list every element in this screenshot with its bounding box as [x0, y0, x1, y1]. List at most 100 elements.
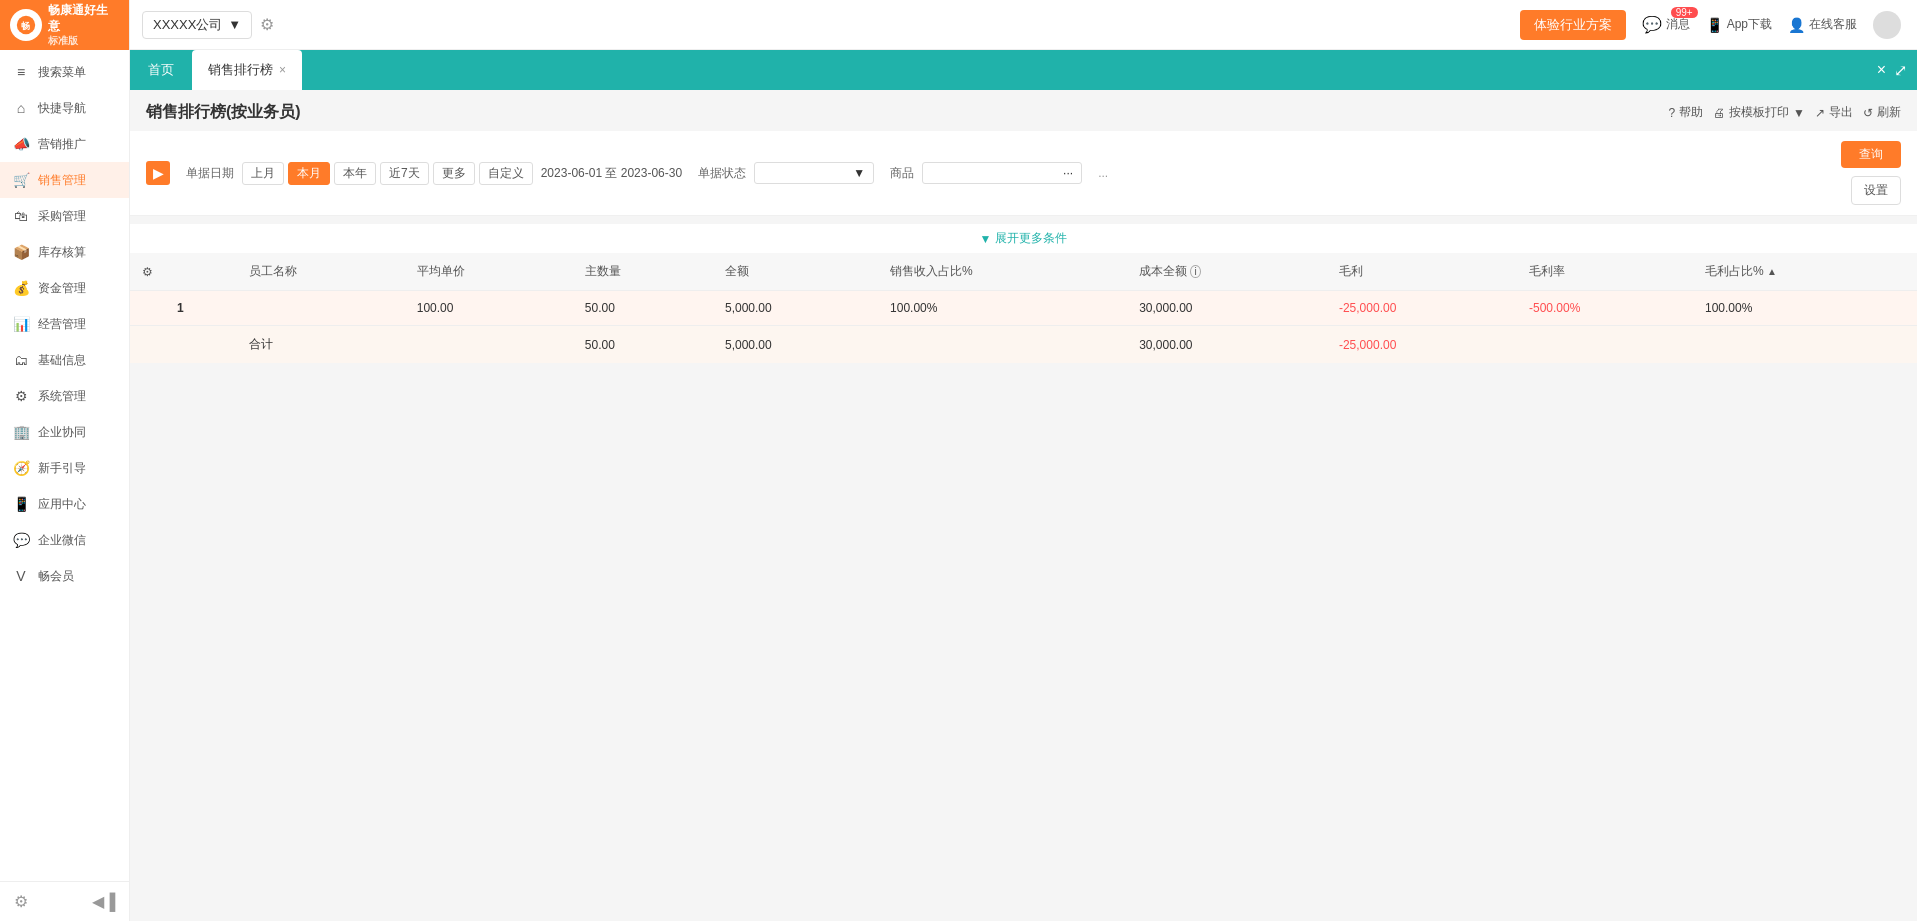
- sidebar-icon-app-center: 📱: [12, 495, 30, 513]
- message-btn[interactable]: 💬 99+ 消息: [1642, 15, 1690, 34]
- sidebar-icon-purchase: 🛍: [12, 207, 30, 225]
- cell-gross-margin-0: -500.00%: [1517, 291, 1693, 326]
- sidebar-item-enterprise-wechat[interactable]: 💬企业微信: [0, 522, 129, 558]
- sidebar-label-search-order: 搜索菜单: [38, 64, 86, 81]
- table-footer-row: 合计 50.00 5,000.00 30,000.00 -25,000.00: [130, 326, 1917, 364]
- status-dropdown-icon: ▼: [853, 166, 865, 180]
- sidebar-item-sales[interactable]: 🛒销售管理: [0, 162, 129, 198]
- export-button[interactable]: ↗ 导出: [1815, 104, 1853, 121]
- query-button[interactable]: 查询: [1841, 141, 1901, 168]
- expand-row: ▼ 展开更多条件: [130, 224, 1917, 253]
- help-button[interactable]: ? 帮助: [1668, 104, 1703, 121]
- sidebar-item-system[interactable]: ⚙系统管理: [0, 378, 129, 414]
- expand-down-icon: ▼: [980, 232, 992, 246]
- sidebar-item-operations[interactable]: 📊经营管理: [0, 306, 129, 342]
- th-settings[interactable]: ⚙: [130, 253, 165, 291]
- online-service-btn[interactable]: 👤 在线客服: [1788, 16, 1857, 33]
- sidebar-label-basic-info: 基础信息: [38, 352, 86, 369]
- maximize-window-btn[interactable]: ⤢: [1894, 61, 1907, 80]
- footer-amount: 5,000.00: [713, 326, 878, 364]
- cell-employee-0: [237, 291, 405, 326]
- sidebar-footer: ⚙ ◀▐: [0, 881, 129, 921]
- sidebar-item-quick-nav[interactable]: ⌂快捷导航: [0, 90, 129, 126]
- sidebar-item-purchase[interactable]: 🛍 采购管理: [0, 198, 129, 234]
- refresh-button[interactable]: ↺ 刷新: [1863, 104, 1901, 121]
- date-btn-更多[interactable]: 更多: [433, 162, 475, 185]
- goods-filter-group: 商品 ···: [890, 162, 1082, 184]
- tab-home[interactable]: 首页: [130, 50, 192, 90]
- tab-close-icon[interactable]: ×: [279, 63, 286, 77]
- trial-button[interactable]: 体验行业方案: [1520, 10, 1626, 40]
- date-range-display: 2023-06-01 至 2023-06-30: [541, 165, 682, 182]
- date-btn-本年[interactable]: 本年: [334, 162, 376, 185]
- cell-avg-price-0: 100.00: [405, 291, 573, 326]
- company-name: XXXXX公司: [153, 16, 222, 34]
- logo-icon: 畅: [10, 9, 42, 41]
- sidebar-label-marketing: 营销推广: [38, 136, 86, 153]
- sidebar-label-sales: 销售管理: [38, 172, 86, 189]
- sidebar-item-enterprise-coop[interactable]: 🏢 企业协同: [0, 414, 129, 450]
- sidebar-item-inventory[interactable]: 📦库存核算: [0, 234, 129, 270]
- filter-section: ▶ 单据日期 上月本月本年近7天更多自定义 2023-06-01 至 2023-…: [130, 131, 1917, 216]
- sidebar-icon-search-order: ≡: [12, 63, 30, 81]
- tab-sales-ranking[interactable]: 销售排行榜 ×: [192, 50, 302, 90]
- th-rank: [165, 253, 237, 291]
- avatar: [1873, 11, 1901, 39]
- status-filter-group: 单据状态 ▼: [698, 162, 874, 184]
- sidebar-nav: ≡ 搜索菜单 ⌂快捷导航📣营销推广🛒销售管理 🛍 采购管理 📦库存核算💰资金管理📊经营管理…: [0, 50, 129, 881]
- sidebar-item-guide[interactable]: 🧭新手引导: [0, 450, 129, 486]
- top-header: XXXXX公司 ▼ ⚙ 体验行业方案 💬 99+ 消息 📱 App下载 👤 在线…: [130, 0, 1917, 50]
- cell-settings-0: [130, 291, 165, 326]
- company-selector[interactable]: XXXXX公司 ▼: [142, 11, 252, 39]
- sidebar-label-operations: 经营管理: [38, 316, 86, 333]
- date-btn-上月[interactable]: 上月: [242, 162, 284, 185]
- avatar-area[interactable]: [1873, 11, 1905, 39]
- sidebar-icon-member: V: [12, 567, 30, 585]
- settings-icon[interactable]: ⚙: [14, 892, 28, 911]
- more-filters-btn[interactable]: ...: [1098, 166, 1108, 180]
- sidebar-icon-enterprise-coop: 🏢: [12, 423, 30, 441]
- footer-empty3: [405, 326, 573, 364]
- close-window-btn[interactable]: ×: [1877, 61, 1886, 79]
- settings-gear-icon[interactable]: ⚙: [260, 15, 274, 34]
- refresh-icon: ↺: [1863, 106, 1873, 120]
- app-download-btn[interactable]: 📱 App下载: [1706, 16, 1772, 33]
- sidebar-item-marketing[interactable]: 📣营销推广: [0, 126, 129, 162]
- filter-toggle-btn[interactable]: ▶: [146, 161, 170, 185]
- sidebar-item-finance[interactable]: 💰资金管理: [0, 270, 129, 306]
- date-buttons: 上月本月本年近7天更多自定义: [242, 162, 533, 185]
- collapse-icon[interactable]: ◀▐: [92, 892, 115, 911]
- cell-sales-ratio-0: 100.00%: [878, 291, 1127, 326]
- th-gross-ratio: 毛利占比% ▲: [1693, 253, 1917, 291]
- date-btn-自定义[interactable]: 自定义: [479, 162, 533, 185]
- help-icon: ?: [1668, 106, 1675, 120]
- sidebar-item-search-order[interactable]: ≡ 搜索菜单: [0, 54, 129, 90]
- print-dropdown-icon: ▼: [1793, 106, 1805, 120]
- sidebar-label-purchase: 采购管理: [38, 208, 86, 225]
- main-area: XXXXX公司 ▼ ⚙ 体验行业方案 💬 99+ 消息 📱 App下载 👤 在线…: [130, 0, 1917, 921]
- sidebar-item-member[interactable]: V畅会员: [0, 558, 129, 594]
- cell-amount-0: 5,000.00: [713, 291, 878, 326]
- date-btn-近7天[interactable]: 近7天: [380, 162, 429, 185]
- sidebar-label-enterprise-coop: 企业协同: [38, 424, 86, 441]
- filter-row: ▶ 单据日期 上月本月本年近7天更多自定义 2023-06-01 至 2023-…: [146, 141, 1901, 205]
- page-header: 销售排行榜(按业务员) ? 帮助 🖨 按模板打印 ▼ ↗ 导出 ↺ 刷新: [130, 90, 1917, 131]
- export-icon: ↗: [1815, 106, 1825, 120]
- footer-empty4: [878, 326, 1127, 364]
- template-print-button[interactable]: 🖨 按模板打印 ▼: [1713, 104, 1805, 121]
- setting-button[interactable]: 设置: [1851, 176, 1901, 205]
- footer-empty5: [1517, 326, 1693, 364]
- status-select[interactable]: ▼: [754, 162, 874, 184]
- sidebar-icon-system: ⚙: [12, 387, 30, 405]
- cell-rank-0: 1: [165, 291, 237, 326]
- footer-cost: 30,000.00: [1127, 326, 1327, 364]
- goods-input[interactable]: ···: [922, 162, 1082, 184]
- tab-bar: 首页 销售排行榜 × × ⤢: [130, 50, 1917, 90]
- sidebar-item-basic-info[interactable]: 🗂基础信息: [0, 342, 129, 378]
- sidebar-icon-guide: 🧭: [12, 459, 30, 477]
- cell-cost-0: 30,000.00: [1127, 291, 1327, 326]
- date-btn-本月[interactable]: 本月: [288, 162, 330, 185]
- sidebar-icon-finance: 💰: [12, 279, 30, 297]
- expand-more-btn[interactable]: ▼ 展开更多条件: [980, 230, 1068, 247]
- sidebar-item-app-center[interactable]: 📱应用中心: [0, 486, 129, 522]
